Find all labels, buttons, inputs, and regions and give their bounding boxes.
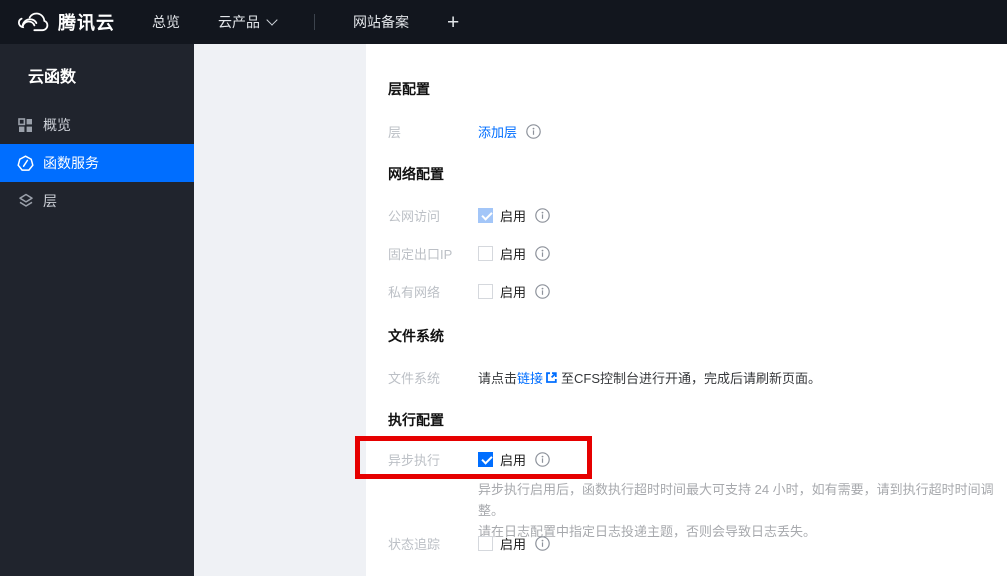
add-layer-link[interactable]: 添加层 xyxy=(478,122,517,141)
helper-line: 异步执行启用后，函数执行超时时间最大可支持 24 小时，如有需要，请到执行超时时… xyxy=(478,482,994,518)
sidebar-item-function-service[interactable]: 函数服务 xyxy=(0,144,194,182)
file-system-row: 文件系统 请点击 链接 至CFS控制台进行开通，完成后请刷新页面。 xyxy=(388,366,821,388)
nav-cloud-products-label: 云产品 xyxy=(218,14,260,30)
async-execution-row: 异步执行 启用 xyxy=(388,448,550,470)
field-label-fixed-ip: 固定出口IP xyxy=(388,246,453,262)
info-icon[interactable] xyxy=(535,535,550,551)
section-title-network-config: 网络配置 xyxy=(388,166,444,182)
enable-label: 启用 xyxy=(500,536,527,552)
sidebar-item-layers[interactable]: 层 xyxy=(0,182,194,220)
nav-overview[interactable]: 总览 xyxy=(152,12,180,32)
sidebar-item-label: 概览 xyxy=(43,117,71,133)
public-network-checkbox[interactable] xyxy=(478,207,493,223)
nav-divider xyxy=(314,14,315,30)
enable-label: 启用 xyxy=(500,452,527,468)
function-icon xyxy=(17,154,34,172)
async-execution-helper-text: 异步执行启用后，函数执行超时时间最大可支持 24 小时，如有需要，请到执行超时时… xyxy=(478,479,998,542)
nav-cloud-products[interactable]: 云产品 xyxy=(218,12,278,32)
tencent-cloud-logo-icon xyxy=(17,12,49,32)
enable-label: 启用 xyxy=(500,246,527,262)
grid-icon xyxy=(17,117,34,134)
sidebar-item-label: 函数服务 xyxy=(43,155,99,171)
field-label-layer: 层 xyxy=(388,124,402,140)
info-icon[interactable] xyxy=(535,207,550,223)
collapsed-panel xyxy=(194,44,366,576)
sidebar-menu: 概览 函数服务 层 xyxy=(0,106,194,220)
public-network-row: 公网访问 启用 xyxy=(388,204,550,226)
fixed-ip-checkbox[interactable] xyxy=(478,245,493,261)
layer-row: 层 添加层 xyxy=(388,120,541,142)
nav-icp-filing[interactable]: 网站备案 xyxy=(353,12,409,32)
function-config-panel: 层配置 层 添加层 网络配置 公网访问 启用 固定出口IP 启用 私有网络 启用… xyxy=(366,44,1007,576)
helper-line: 请在日志配置中指定日志投递主题，否则会导致日志丢失。 xyxy=(478,524,817,539)
sidebar-item-label: 层 xyxy=(43,193,57,209)
field-label-file-system: 文件系统 xyxy=(388,370,441,386)
file-system-help-text: 请点击 链接 至CFS控制台进行开通，完成后请刷新页面。 xyxy=(478,368,821,387)
info-icon[interactable] xyxy=(535,451,550,467)
fs-text-before: 请点击 xyxy=(478,370,518,386)
vpc-row: 私有网络 启用 xyxy=(388,280,550,302)
info-icon[interactable] xyxy=(535,283,550,299)
info-icon[interactable] xyxy=(526,123,541,139)
section-title-file-system: 文件系统 xyxy=(388,328,444,344)
enable-label: 启用 xyxy=(500,284,527,300)
field-label-public-network: 公网访问 xyxy=(388,208,441,224)
sidebar-title: 云函数 xyxy=(28,69,77,86)
sidebar-item-overview[interactable]: 概览 xyxy=(0,106,194,144)
sidebar: 云函数 概览 函数服务 层 xyxy=(0,44,194,576)
brand[interactable]: 腾讯云 xyxy=(17,9,115,35)
topbar: 腾讯云 总览 云产品 网站备案 + xyxy=(0,0,1007,44)
fixed-ip-row: 固定出口IP 启用 xyxy=(388,242,550,264)
field-label-async-execution: 异步执行 xyxy=(388,452,441,468)
status-trace-checkbox[interactable] xyxy=(478,535,493,551)
field-label-vpc: 私有网络 xyxy=(388,284,441,300)
fs-text-after: 至CFS控制台进行开通，完成后请刷新页面。 xyxy=(561,370,822,386)
section-title-execution-config: 执行配置 xyxy=(388,412,444,428)
add-tab-button[interactable]: + xyxy=(447,12,459,33)
chevron-down-icon xyxy=(266,14,278,26)
status-trace-row: 状态追踪 启用 xyxy=(388,532,550,554)
layers-icon xyxy=(17,193,34,210)
vpc-checkbox[interactable] xyxy=(478,283,493,299)
field-label-status-trace: 状态追踪 xyxy=(388,536,441,552)
brand-name: 腾讯云 xyxy=(58,13,115,33)
topnav: 总览 云产品 网站备案 + xyxy=(152,12,459,33)
section-title-layer-config: 层配置 xyxy=(388,81,430,97)
cfs-link[interactable]: 链接 xyxy=(517,368,543,387)
enable-label: 启用 xyxy=(500,208,527,224)
async-execution-checkbox[interactable] xyxy=(478,451,493,467)
info-icon[interactable] xyxy=(535,245,550,261)
external-link-icon[interactable] xyxy=(545,371,558,384)
